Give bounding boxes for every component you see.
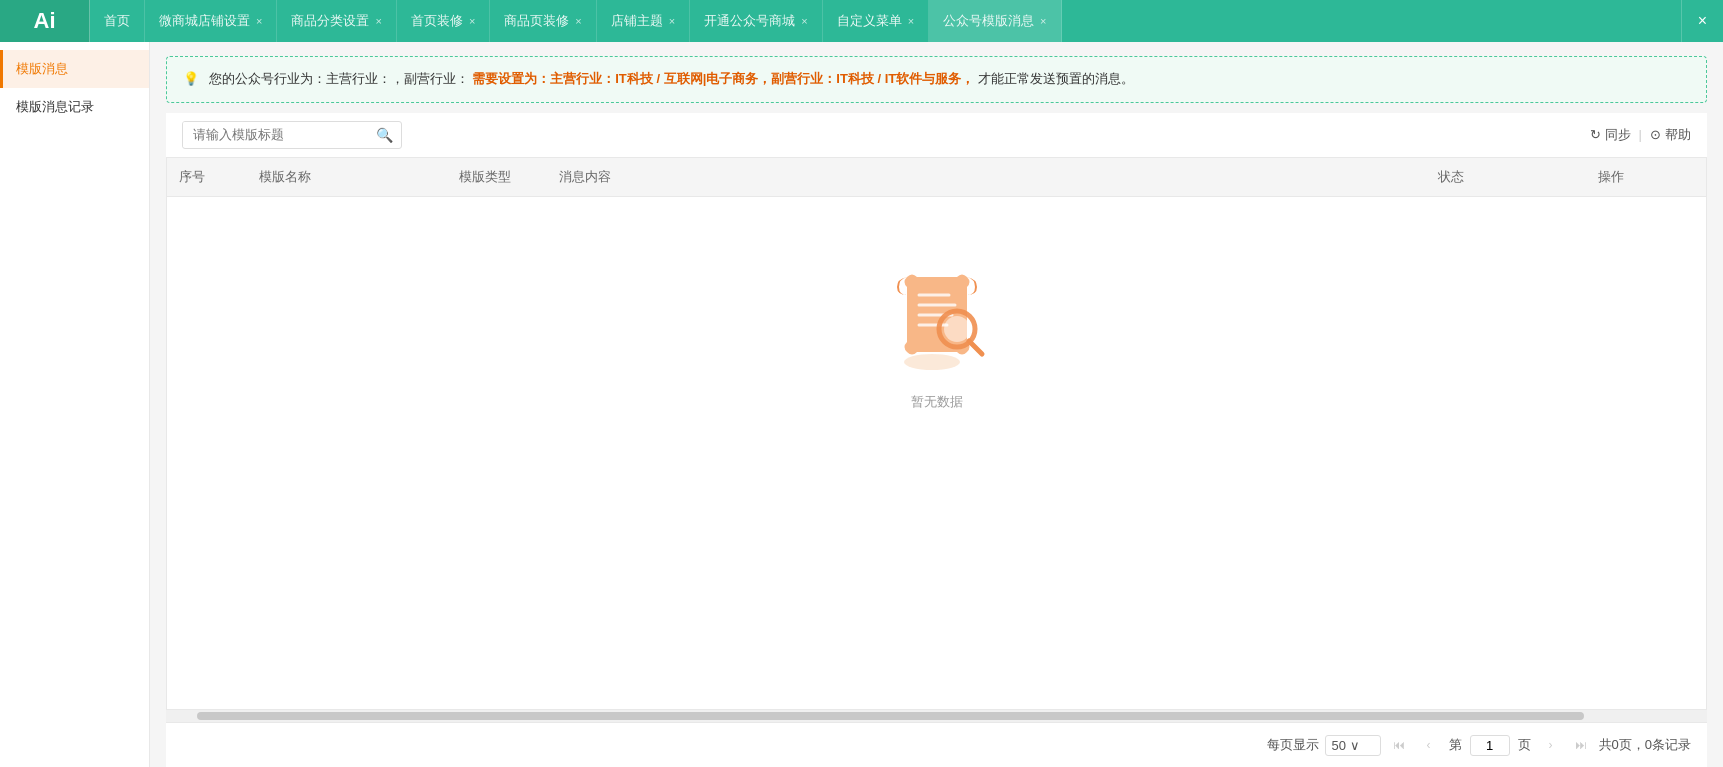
th-seq: 序号	[167, 158, 247, 196]
tab-home-decor[interactable]: 首页装修 ×	[397, 0, 490, 42]
page-size-label: 每页显示	[1267, 736, 1319, 754]
tab-store-theme-label: 店铺主题	[611, 12, 663, 30]
pagination: 每页显示 50 ∨ ⏮ ‹ 第 页 › ⏭ 共0页，0条记录	[166, 722, 1707, 767]
scroll-thumb[interactable]	[197, 712, 1584, 720]
sidebar-item-template-msg[interactable]: 模版消息	[0, 50, 149, 88]
page-word-post: 页	[1518, 736, 1531, 754]
th-type: 模版类型	[447, 158, 547, 196]
page-size-select[interactable]: 50 ∨	[1325, 735, 1381, 756]
page-current-input[interactable]	[1470, 735, 1510, 756]
search-input[interactable]	[183, 122, 368, 147]
tab-store-theme-close[interactable]: ×	[669, 15, 675, 27]
divider: |	[1639, 127, 1642, 142]
page-size-chevron: ∨	[1350, 738, 1360, 753]
tab-store-theme[interactable]: 店铺主题 ×	[597, 0, 690, 42]
search-button[interactable]: 🔍	[368, 122, 401, 148]
search-box: 🔍	[182, 121, 402, 149]
tab-open-mall-close[interactable]: ×	[801, 15, 807, 27]
top-nav: Ai 首页 微商城店铺设置 × 商品分类设置 × 首页装修 × 商品页装修 × …	[0, 0, 1723, 42]
th-action: 操作	[1586, 158, 1706, 196]
tab-category-settings-label: 商品分类设置	[291, 12, 369, 30]
th-content: 消息内容	[547, 158, 1426, 196]
tab-template-msg-close[interactable]: ×	[1040, 15, 1046, 27]
tab-store-settings[interactable]: 微商城店铺设置 ×	[145, 0, 277, 42]
tab-custom-menu[interactable]: 自定义菜单 ×	[823, 0, 929, 42]
toolbar-right: ↻ 同步 | ⊙ 帮助	[1590, 126, 1691, 144]
data-table: 序号 模版名称 模版类型 消息内容 状态 操作	[166, 157, 1707, 710]
tab-custom-menu-close[interactable]: ×	[908, 15, 914, 27]
table-header: 序号 模版名称 模版类型 消息内容 状态 操作	[167, 158, 1706, 197]
tab-product-decor-close[interactable]: ×	[575, 15, 581, 27]
tab-template-msg[interactable]: 公众号模版消息 ×	[929, 0, 1061, 42]
svg-point-6	[944, 316, 970, 342]
sync-icon: ↻	[1590, 127, 1601, 142]
page-word-pre: 第	[1449, 736, 1462, 754]
tab-home-decor-label: 首页装修	[411, 12, 463, 30]
empty-state: 暂无数据	[167, 197, 1706, 451]
first-page-button[interactable]: ⏮	[1387, 733, 1411, 757]
next-page-button[interactable]: ›	[1539, 733, 1563, 757]
toolbar: 🔍 ↻ 同步 | ⊙ 帮助	[166, 113, 1707, 157]
tab-product-decor[interactable]: 商品页装修 ×	[490, 0, 596, 42]
content-area: 💡 您的公众号行业为：主营行业：，副营行业： 需要设置为：主营行业：IT科技 /…	[150, 42, 1723, 767]
sidebar-item-template-records[interactable]: 模版消息记录	[0, 88, 149, 126]
sync-button[interactable]: ↻ 同步	[1590, 126, 1631, 144]
empty-icon	[877, 257, 997, 377]
tab-home-decor-close[interactable]: ×	[469, 15, 475, 27]
scroll-bar-area	[166, 710, 1707, 722]
page-size-value: 50	[1332, 738, 1346, 753]
close-all-button[interactable]: ×	[1681, 0, 1723, 42]
tab-home-label: 首页	[104, 12, 130, 30]
sync-label: 同步	[1605, 126, 1631, 144]
total-info: 共0页，0条记录	[1599, 736, 1691, 754]
prev-page-button[interactable]: ‹	[1417, 733, 1441, 757]
tab-open-mall-label: 开通公众号商城	[704, 12, 795, 30]
sidebar: 模版消息 模版消息记录	[0, 42, 150, 767]
help-icon: ⊙	[1650, 127, 1661, 142]
tab-custom-menu-label: 自定义菜单	[837, 12, 902, 30]
svg-line-7	[969, 341, 982, 354]
logo: Ai	[0, 0, 90, 42]
tab-open-mall[interactable]: 开通公众号商城 ×	[690, 0, 822, 42]
sidebar-item-template-records-label: 模版消息记录	[16, 99, 94, 114]
main-layout: 模版消息 模版消息记录 💡 您的公众号行业为：主营行业：，副营行业： 需要设置为…	[0, 42, 1723, 767]
last-page-button[interactable]: ⏭	[1569, 733, 1593, 757]
tab-category-settings[interactable]: 商品分类设置 ×	[277, 0, 396, 42]
tab-template-msg-label: 公众号模版消息	[943, 12, 1034, 30]
help-button[interactable]: ⊙ 帮助	[1650, 126, 1691, 144]
notice-suffix: 才能正常发送预置的消息。	[978, 71, 1134, 86]
empty-text: 暂无数据	[911, 393, 963, 411]
notice-bar: 💡 您的公众号行业为：主营行业：，副营行业： 需要设置为：主营行业：IT科技 /…	[166, 56, 1707, 103]
tab-product-decor-label: 商品页装修	[504, 12, 569, 30]
tab-category-settings-close[interactable]: ×	[375, 15, 381, 27]
tab-home[interactable]: 首页	[90, 0, 145, 42]
th-name: 模版名称	[247, 158, 447, 196]
svg-point-0	[904, 354, 960, 370]
help-label: 帮助	[1665, 126, 1691, 144]
notice-prefix: 您的公众号行业为：主营行业：，副营行业：	[209, 71, 469, 86]
tab-store-settings-label: 微商城店铺设置	[159, 12, 250, 30]
sidebar-item-template-msg-label: 模版消息	[16, 61, 68, 76]
nav-tabs: 首页 微商城店铺设置 × 商品分类设置 × 首页装修 × 商品页装修 × 店铺主…	[90, 0, 1681, 42]
notice-highlight: 需要设置为：主营行业：IT科技 / 互联网|电子商务，副营行业：IT科技 / I…	[472, 71, 974, 86]
tab-store-settings-close[interactable]: ×	[256, 15, 262, 27]
th-status: 状态	[1426, 158, 1586, 196]
notice-icon: 💡	[183, 71, 199, 86]
